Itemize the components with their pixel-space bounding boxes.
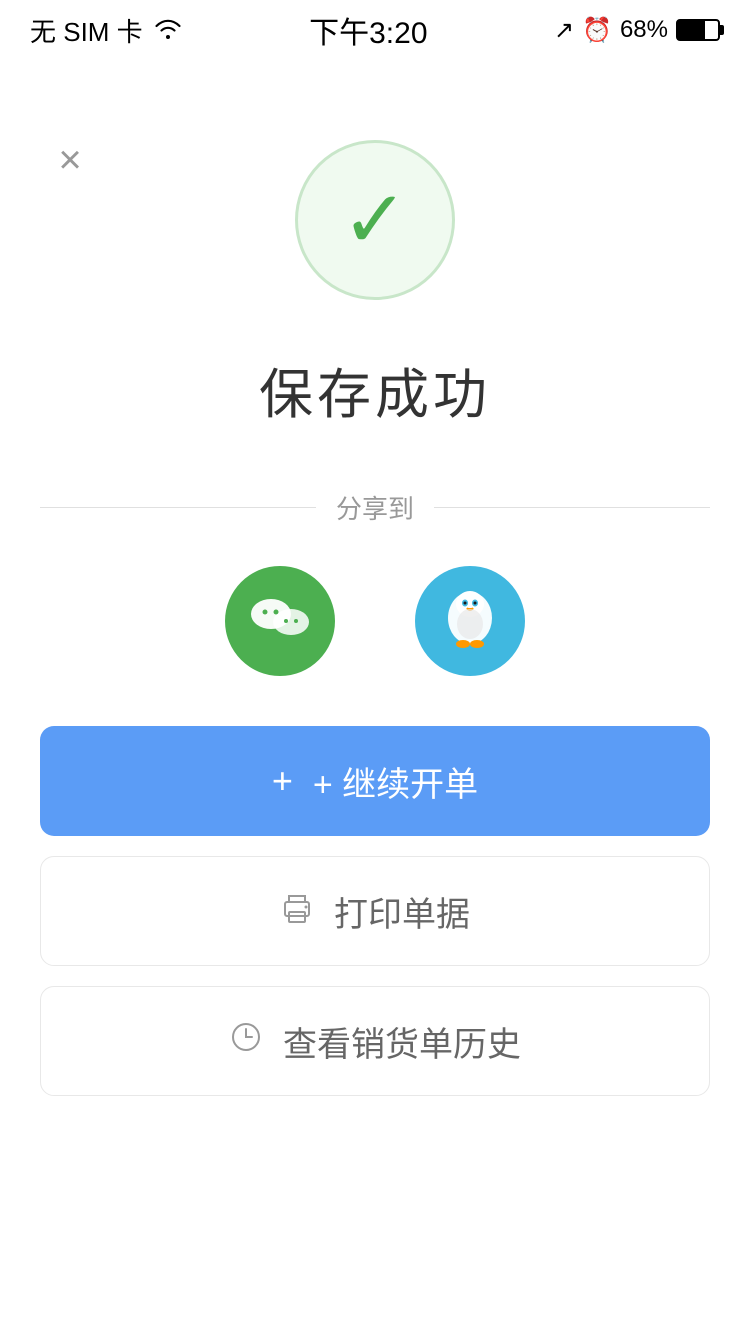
continue-button[interactable]: + + 继续开单 bbox=[40, 726, 710, 836]
continue-icon: + bbox=[272, 760, 293, 802]
history-label: 查看销货单历史 bbox=[283, 1017, 521, 1066]
alarm-icon: ⏰ bbox=[582, 16, 612, 45]
history-icon bbox=[229, 1020, 263, 1062]
close-button[interactable]: × bbox=[40, 130, 100, 190]
status-left: 无 SIM 卡 bbox=[30, 12, 183, 49]
close-icon: × bbox=[58, 140, 81, 180]
print-button[interactable]: 打印单据 bbox=[40, 856, 710, 966]
battery-text: 68% bbox=[620, 16, 668, 44]
history-button[interactable]: 查看销货单历史 bbox=[40, 986, 710, 1096]
status-right: ↗ ⏰ 68% bbox=[554, 16, 720, 45]
checkmark-icon: ✓ bbox=[341, 180, 408, 260]
qq-share-button[interactable] bbox=[415, 566, 525, 676]
success-title: 保存成功 bbox=[259, 350, 491, 429]
print-label: 打印单据 bbox=[334, 887, 470, 936]
actions-section: + + 继续开单 打印单据 查看销货单历史 bbox=[0, 726, 750, 1096]
battery-icon bbox=[676, 19, 720, 41]
share-label: 分享到 bbox=[316, 489, 434, 526]
divider-left bbox=[40, 507, 316, 508]
divider-right bbox=[434, 507, 710, 508]
wechat-icon bbox=[246, 592, 314, 650]
status-bar: 无 SIM 卡 下午3:20 ↗ ⏰ 68% bbox=[0, 0, 750, 60]
qq-icon bbox=[439, 586, 501, 656]
status-time: 下午3:20 bbox=[309, 8, 427, 52]
no-sim-text: 无 SIM 卡 bbox=[30, 12, 143, 49]
main-content: × ✓ 保存成功 分享到 bbox=[0, 60, 750, 1334]
location-icon: ↗ bbox=[554, 16, 574, 45]
continue-label: + 继续开单 bbox=[313, 757, 478, 806]
share-section: 分享到 bbox=[0, 489, 750, 676]
wifi-icon bbox=[153, 14, 183, 46]
wechat-share-button[interactable] bbox=[225, 566, 335, 676]
share-divider-row: 分享到 bbox=[40, 489, 710, 526]
share-icons-row bbox=[40, 566, 710, 676]
print-icon bbox=[280, 890, 314, 932]
success-icon-circle: ✓ bbox=[295, 140, 455, 300]
